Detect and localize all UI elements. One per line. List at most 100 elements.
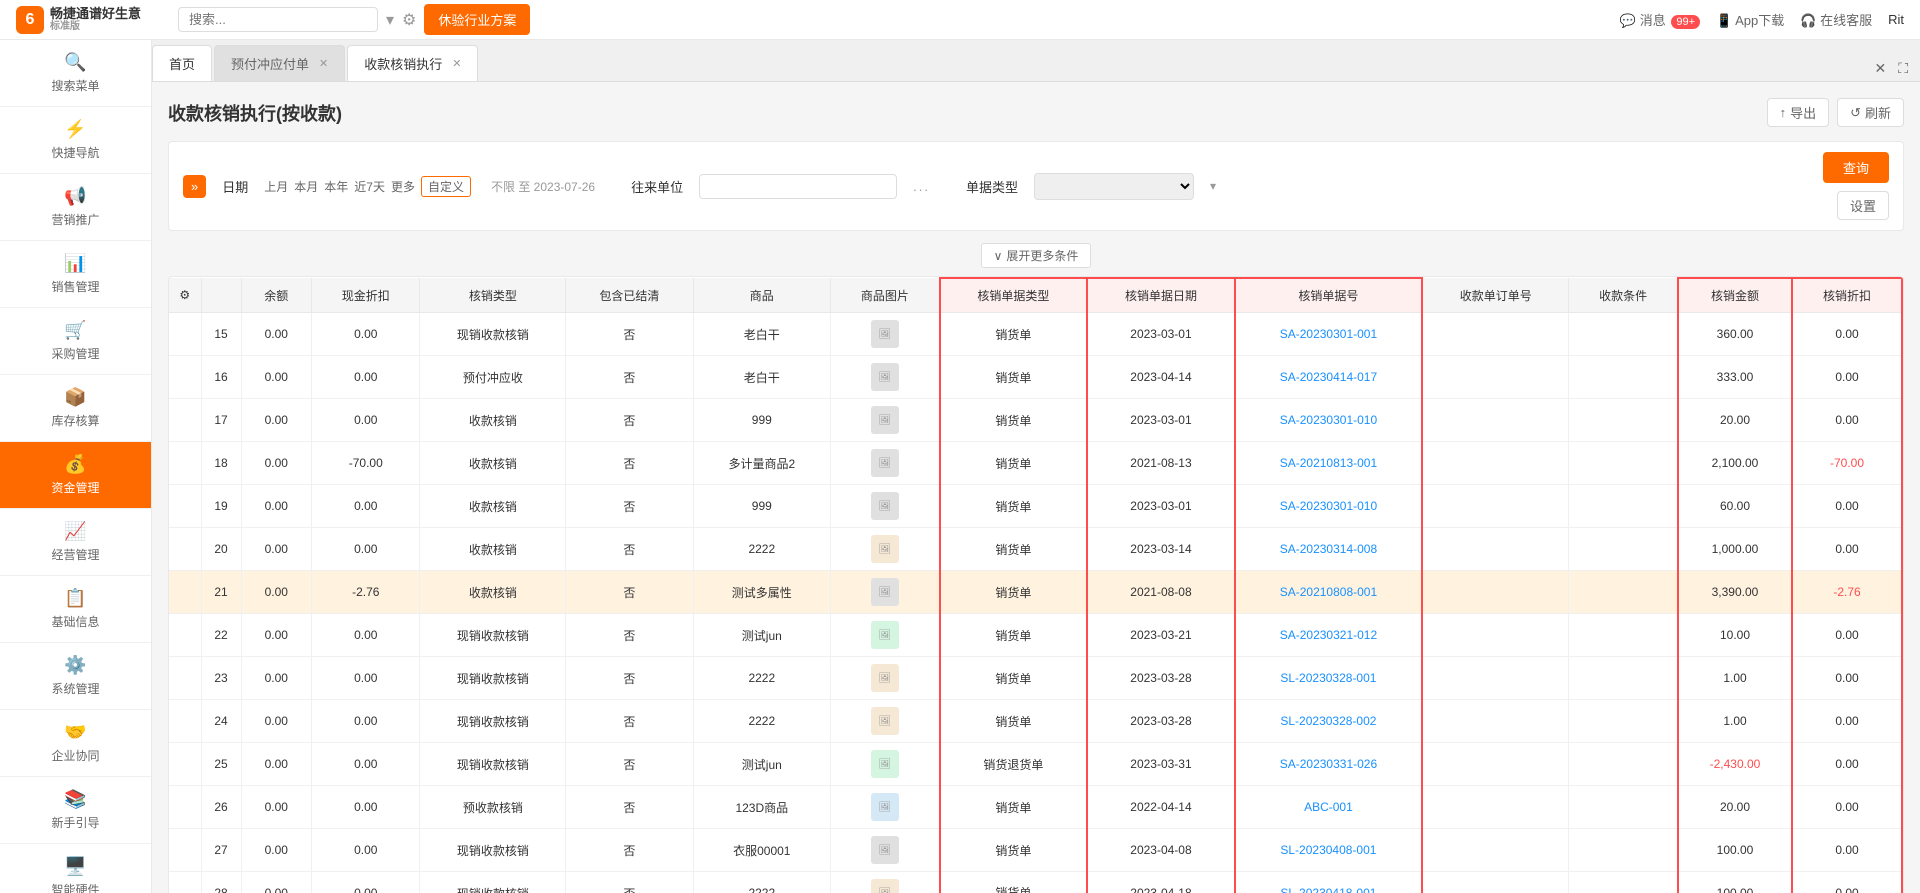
table-row: 15 0.00 0.00 现销收款核销 否 老白干 🖼 销货单 2023-03-… [169, 313, 1902, 356]
query-button[interactable]: 查询 [1823, 152, 1889, 183]
tab-home[interactable]: 首页 [152, 45, 212, 81]
system-icon: ⚙️ [64, 655, 86, 676]
td-verify-bill-no[interactable]: SA-20210808-001 [1235, 571, 1422, 614]
sidebar-item-system[interactable]: ⚙️ 系统管理 [0, 643, 151, 710]
goods-image: 🖼 [871, 320, 899, 348]
verify-bill-no-link[interactable]: SA-20230301-010 [1280, 499, 1377, 513]
table-scroll[interactable]: ⚙ 余额 现金折扣 核销类型 包含已结清 商品 商品图片 核销单据类型 核销单据… [169, 277, 1903, 893]
app-download-link[interactable]: 📱 App下载 [1716, 10, 1784, 29]
td-verify-bill-no[interactable]: SA-20230314-008 [1235, 528, 1422, 571]
expand-more-icon: ∨ [994, 249, 1003, 263]
td-verify-amount: 1,000.00 [1678, 528, 1792, 571]
gear-icon[interactable]: ⚙ [402, 10, 416, 30]
td-included: 否 [566, 399, 693, 442]
td-settings [169, 614, 201, 657]
message-link[interactable]: 💬 消息 99+ [1620, 10, 1700, 29]
verify-bill-no-link[interactable]: SL-20230328-001 [1280, 671, 1376, 685]
td-verify-bill-no[interactable]: SL-20230418-001 [1235, 872, 1422, 893]
verify-bill-no-link[interactable]: SA-20210808-001 [1280, 585, 1377, 599]
online-service-link[interactable]: 🎧 在线客服 [1800, 10, 1872, 29]
filter-settings-button[interactable]: 设置 [1837, 191, 1889, 220]
date-custom-button[interactable]: 自定义 [421, 176, 471, 197]
td-verify-discount: -2.76 [1792, 571, 1902, 614]
td-verify-bill-no[interactable]: SA-20230301-010 [1235, 485, 1422, 528]
date-option-last-month[interactable]: 上月 [264, 178, 288, 195]
verify-bill-no-link[interactable]: SL-20230408-001 [1280, 843, 1376, 857]
verify-bill-no-link[interactable]: SL-20230328-002 [1280, 714, 1376, 728]
sidebar-item-marketing[interactable]: 📢 营销推广 [0, 174, 151, 241]
settings-icon[interactable]: ▾ [386, 10, 394, 30]
td-no: 17 [201, 399, 241, 442]
td-verify-bill-no[interactable]: SA-20230331-026 [1235, 743, 1422, 786]
verify-bill-no-link[interactable]: SA-20230301-001 [1280, 327, 1377, 341]
refresh-button[interactable]: ↺ 刷新 [1837, 98, 1904, 127]
table-row: 25 0.00 0.00 现销收款核销 否 测试jun 🖼 销货退货单 2023… [169, 743, 1902, 786]
sidebar-item-guide[interactable]: 📚 新手引导 [0, 777, 151, 844]
date-option-more[interactable]: 更多 [391, 178, 415, 195]
td-verify-bill-no[interactable]: SA-20210813-001 [1235, 442, 1422, 485]
sidebar-item-label: 智能硬件 [51, 881, 99, 893]
sidebar-item-purchase[interactable]: 🛒 采购管理 [0, 308, 151, 375]
sidebar-item-inventory[interactable]: 📦 库存核算 [0, 375, 151, 442]
table-row: 24 0.00 0.00 现销收款核销 否 2222 🖼 销货单 2023-03… [169, 700, 1902, 743]
date-option-this-month[interactable]: 本月 [294, 178, 318, 195]
search-input[interactable] [178, 7, 378, 32]
td-verify-bill-no[interactable]: SL-20230408-001 [1235, 829, 1422, 872]
td-receipt-order-no [1422, 399, 1569, 442]
verify-bill-no-link[interactable]: SA-20230301-010 [1280, 413, 1377, 427]
partner-input[interactable] [699, 174, 897, 199]
app-logo: 6 畅捷通谱好生意 标准版 [16, 6, 166, 34]
td-goods: 999 [693, 399, 831, 442]
basic-info-icon: 📋 [64, 588, 86, 609]
tab-close-all-button[interactable]: ✕ [1870, 56, 1890, 81]
sidebar-item-finance[interactable]: 💰 资金管理 [0, 442, 151, 509]
user-name[interactable]: Rit [1888, 12, 1904, 27]
tab-fullscreen-button[interactable]: ⛶ [1894, 56, 1912, 81]
verify-bill-no-link[interactable]: SA-20230331-026 [1280, 757, 1377, 771]
td-verify-bill-no[interactable]: SA-20230301-010 [1235, 399, 1422, 442]
td-verify-bill-no[interactable]: SA-20230321-012 [1235, 614, 1422, 657]
sidebar-item-cooperation[interactable]: 🤝 企业协同 [0, 710, 151, 777]
tab-prepay[interactable]: 预付冲应付单 ✕ [214, 45, 345, 81]
td-verify-bill-no[interactable]: ABC-001 [1235, 786, 1422, 829]
sidebar-item-operation[interactable]: 📈 经营管理 [0, 509, 151, 576]
date-option-7days[interactable]: 近7天 [354, 178, 385, 195]
td-verify-bill-date: 2023-03-14 [1087, 528, 1235, 571]
td-verify-bill-type: 销货单 [940, 485, 1088, 528]
td-cash-discount: 0.00 [312, 614, 420, 657]
export-button[interactable]: ↑ 导出 [1767, 98, 1830, 127]
verify-bill-no-link[interactable]: SL-20230418-001 [1280, 886, 1376, 893]
partner-dots: ... [913, 179, 930, 194]
verify-bill-no-link[interactable]: SA-20230414-017 [1280, 370, 1377, 384]
sidebar-item-quick-nav[interactable]: ⚡ 快捷导航 [0, 107, 151, 174]
sidebar-item-search[interactable]: 🔍 搜索菜单 [0, 40, 151, 107]
td-verify-type: 收款核销 [420, 528, 566, 571]
filter-expand-button[interactable]: » [183, 175, 206, 198]
td-verify-type: 预付冲应收 [420, 356, 566, 399]
sidebar-item-basic-info[interactable]: 📋 基础信息 [0, 576, 151, 643]
sidebar-item-hardware[interactable]: 🖥️ 智能硬件 [0, 844, 151, 893]
td-verify-discount: 0.00 [1792, 356, 1902, 399]
td-cash-discount: 0.00 [312, 313, 420, 356]
tab-prepay-close[interactable]: ✕ [319, 57, 328, 70]
goods-image: 🖼 [871, 449, 899, 477]
top-bar-right: 💬 消息 99+ 📱 App下载 🎧 在线客服 Rit [1620, 10, 1904, 29]
tab-verify-close[interactable]: ✕ [452, 57, 461, 70]
td-verify-bill-no[interactable]: SL-20230328-002 [1235, 700, 1422, 743]
tab-verify[interactable]: 收款核销执行 ✕ [347, 45, 478, 81]
bill-type-select[interactable] [1034, 173, 1194, 200]
solution-button[interactable]: 休验行业方案 [424, 4, 530, 35]
td-no: 15 [201, 313, 241, 356]
sidebar-item-sales[interactable]: 📊 销售管理 [0, 241, 151, 308]
expand-more-button[interactable]: ∨ 展开更多条件 [981, 243, 1092, 268]
td-verify-bill-no[interactable]: SA-20230414-017 [1235, 356, 1422, 399]
verify-bill-no-link[interactable]: SA-20230314-008 [1280, 542, 1377, 556]
verify-bill-no-link[interactable]: ABC-001 [1304, 800, 1353, 814]
td-verify-bill-no[interactable]: SL-20230328-001 [1235, 657, 1422, 700]
td-verify-amount: 2,100.00 [1678, 442, 1792, 485]
verify-bill-no-link[interactable]: SA-20210813-001 [1280, 456, 1377, 470]
date-option-this-year[interactable]: 本年 [324, 178, 348, 195]
sidebar-item-label: 企业协同 [51, 747, 99, 764]
td-verify-bill-no[interactable]: SA-20230301-001 [1235, 313, 1422, 356]
verify-bill-no-link[interactable]: SA-20230321-012 [1280, 628, 1377, 642]
